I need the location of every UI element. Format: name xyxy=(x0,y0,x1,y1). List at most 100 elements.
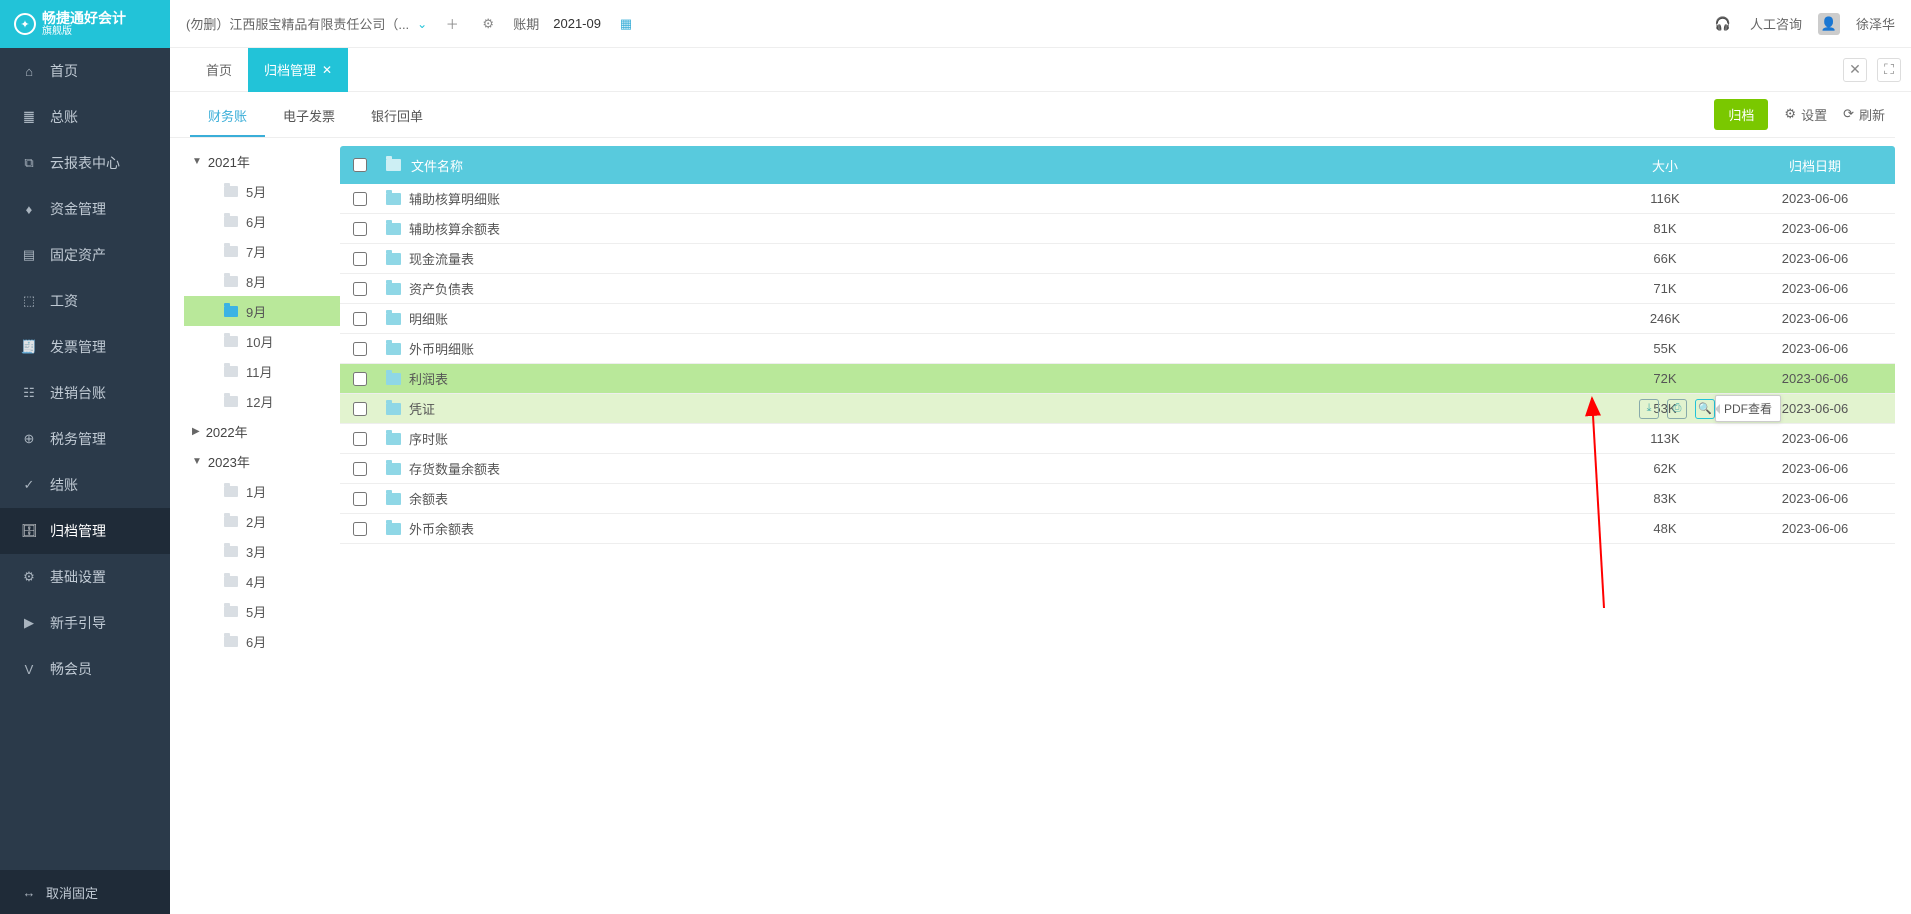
avatar-icon[interactable]: 👤 xyxy=(1818,13,1840,35)
close-tab-button[interactable]: ✕ xyxy=(1843,58,1867,82)
file-name: 存货数量余额表 xyxy=(409,459,500,478)
file-size: 83K xyxy=(1595,491,1735,506)
brand-name: 畅捷通好会计 xyxy=(42,11,126,25)
subtab-row: 财务账电子发票银行回单 归档 ⚙ 设置 ⟳ 刷新 xyxy=(170,92,1895,138)
sidebar-item-11[interactable]: ⚙基础设置 xyxy=(0,554,170,600)
close-period-icon: ✓ xyxy=(20,476,38,494)
sidebar-item-12[interactable]: ▶新手引导 xyxy=(0,600,170,646)
sidebar-item-3[interactable]: ♦资金管理 xyxy=(0,186,170,232)
invoice-icon: 🧾 xyxy=(20,338,38,356)
tree-month-label: 12月 xyxy=(246,392,273,411)
download-excel-icon[interactable]: ⤓ xyxy=(1639,399,1659,419)
file-name: 现金流量表 xyxy=(409,249,474,268)
row-checkbox[interactable] xyxy=(353,522,367,536)
table-row[interactable]: 现金流量表 66K 2023-06-06 xyxy=(340,244,1895,274)
sidebar-item-4[interactable]: ▤固定资产 xyxy=(0,232,170,278)
tree-month[interactable]: 3月 xyxy=(184,536,340,566)
row-checkbox[interactable] xyxy=(353,492,367,506)
row-checkbox[interactable] xyxy=(353,432,367,446)
sidebar-item-10[interactable]: 🗄归档管理 xyxy=(0,508,170,554)
sidebar-item-8[interactable]: ⊕税务管理 xyxy=(0,416,170,462)
file-date: 2023-06-06 xyxy=(1735,521,1895,536)
subtab-2[interactable]: 银行回单 xyxy=(353,96,441,137)
table-row[interactable]: 外币明细账 55K 2023-06-06 xyxy=(340,334,1895,364)
sidebar-footer-unpin[interactable]: ↔ 取消固定 xyxy=(0,870,170,914)
table-row[interactable]: 外币余额表 48K 2023-06-06 xyxy=(340,514,1895,544)
folder-icon xyxy=(224,336,238,347)
table-row[interactable]: 明细账 246K 2023-06-06 xyxy=(340,304,1895,334)
tree-month[interactable]: 9月 xyxy=(184,296,340,326)
inventory-icon: ☷ xyxy=(20,384,38,402)
sidebar-item-2[interactable]: ⧉云报表中心 xyxy=(0,140,170,186)
support-label[interactable]: 人工咨询 xyxy=(1750,14,1802,33)
tree-month[interactable]: 6月 xyxy=(184,626,340,656)
tree-month[interactable]: 6月 xyxy=(184,206,340,236)
file-date: 2023-06-06 xyxy=(1735,251,1895,266)
tree-month[interactable]: 10月 xyxy=(184,326,340,356)
subtab-1[interactable]: 电子发票 xyxy=(265,96,353,137)
tree-month[interactable]: 5月 xyxy=(184,596,340,626)
tree-month[interactable]: 8月 xyxy=(184,266,340,296)
folder-icon xyxy=(224,576,238,587)
sidebar-item-0[interactable]: ⌂首页 xyxy=(0,48,170,94)
row-checkbox[interactable] xyxy=(353,282,367,296)
tree-year[interactable]: ▼2023年 xyxy=(184,446,340,476)
tax-icon: ⊕ xyxy=(20,430,38,448)
sidebar-item-1[interactable]: ䷀总账 xyxy=(0,94,170,140)
tree-month[interactable]: 1月 xyxy=(184,476,340,506)
row-checkbox[interactable] xyxy=(353,402,367,416)
tree-month[interactable]: 4月 xyxy=(184,566,340,596)
tree-month[interactable]: 12月 xyxy=(184,386,340,416)
close-icon[interactable]: ✕ xyxy=(322,63,332,77)
tree-year[interactable]: ▶2022年 xyxy=(184,416,340,446)
table-row[interactable]: 资产负债表 71K 2023-06-06 xyxy=(340,274,1895,304)
company-settings-button[interactable]: ⚙ xyxy=(477,13,499,35)
table-row[interactable]: 凭证 53K 2023-06-06 ⤓ ⎙ 🔍 PDF查看 xyxy=(340,394,1895,424)
tab-0[interactable]: 首页 xyxy=(190,48,248,92)
tree-month-label: 5月 xyxy=(246,602,266,621)
sidebar-item-5[interactable]: ⬚工资 xyxy=(0,278,170,324)
row-checkbox[interactable] xyxy=(353,222,367,236)
row-checkbox[interactable] xyxy=(353,342,367,356)
tree-month[interactable]: 11月 xyxy=(184,356,340,386)
row-checkbox[interactable] xyxy=(353,372,367,386)
file-name: 序时账 xyxy=(409,429,448,448)
tree-month[interactable]: 5月 xyxy=(184,176,340,206)
tree-month[interactable]: 7月 xyxy=(184,236,340,266)
sidebar-item-7[interactable]: ☷进销台账 xyxy=(0,370,170,416)
sidebar-item-label: 结账 xyxy=(50,475,78,495)
tab-1[interactable]: 归档管理✕ xyxy=(248,48,348,92)
sidebar-item-9[interactable]: ✓ 结账 xyxy=(0,462,170,508)
company-selector[interactable]: (勿删）江西服宝精品有限责任公司（... ⌄ xyxy=(186,14,427,33)
table-row[interactable]: 序时账 113K 2023-06-06 xyxy=(340,424,1895,454)
calendar-icon[interactable]: ▦ xyxy=(615,13,637,35)
subtab-0[interactable]: 财务账 xyxy=(190,96,265,137)
tree-year[interactable]: ▼2021年 xyxy=(184,146,340,176)
tree-month-label: 2月 xyxy=(246,512,266,531)
table-row[interactable]: 存货数量余额表 62K 2023-06-06 xyxy=(340,454,1895,484)
table-row[interactable]: 利润表 72K 2023-06-06 xyxy=(340,364,1895,394)
folder-icon xyxy=(386,253,401,265)
row-checkbox[interactable] xyxy=(353,192,367,206)
sidebar-item-13[interactable]: V畅会员 xyxy=(0,646,170,692)
archive-button[interactable]: 归档 xyxy=(1714,99,1768,130)
table-row[interactable]: 辅助核算余额表 81K 2023-06-06 xyxy=(340,214,1895,244)
support-icon[interactable]: 🎧 xyxy=(1712,13,1734,35)
settings-link[interactable]: ⚙ 设置 xyxy=(1784,105,1827,124)
guide-icon: ▶ xyxy=(20,614,38,632)
fullscreen-button[interactable]: ⛶ xyxy=(1877,58,1901,82)
add-company-button[interactable]: ＋ xyxy=(441,13,463,35)
table-row[interactable]: 辅助核算明细账 116K 2023-06-06 xyxy=(340,184,1895,214)
period-value[interactable]: 2021-09 xyxy=(553,16,601,31)
tree-month[interactable]: 2月 xyxy=(184,506,340,536)
refresh-link[interactable]: ⟳ 刷新 xyxy=(1843,105,1885,124)
sidebar-item-6[interactable]: 🧾发票管理 xyxy=(0,324,170,370)
row-checkbox[interactable] xyxy=(353,462,367,476)
row-checkbox[interactable] xyxy=(353,312,367,326)
select-all-checkbox[interactable] xyxy=(353,158,367,172)
sidebar-footer-label: 取消固定 xyxy=(46,883,98,902)
username[interactable]: 徐泽华 xyxy=(1856,14,1895,33)
row-checkbox[interactable] xyxy=(353,252,367,266)
download-pdf-icon[interactable]: ⎙ xyxy=(1667,399,1687,419)
table-row[interactable]: 余额表 83K 2023-06-06 xyxy=(340,484,1895,514)
